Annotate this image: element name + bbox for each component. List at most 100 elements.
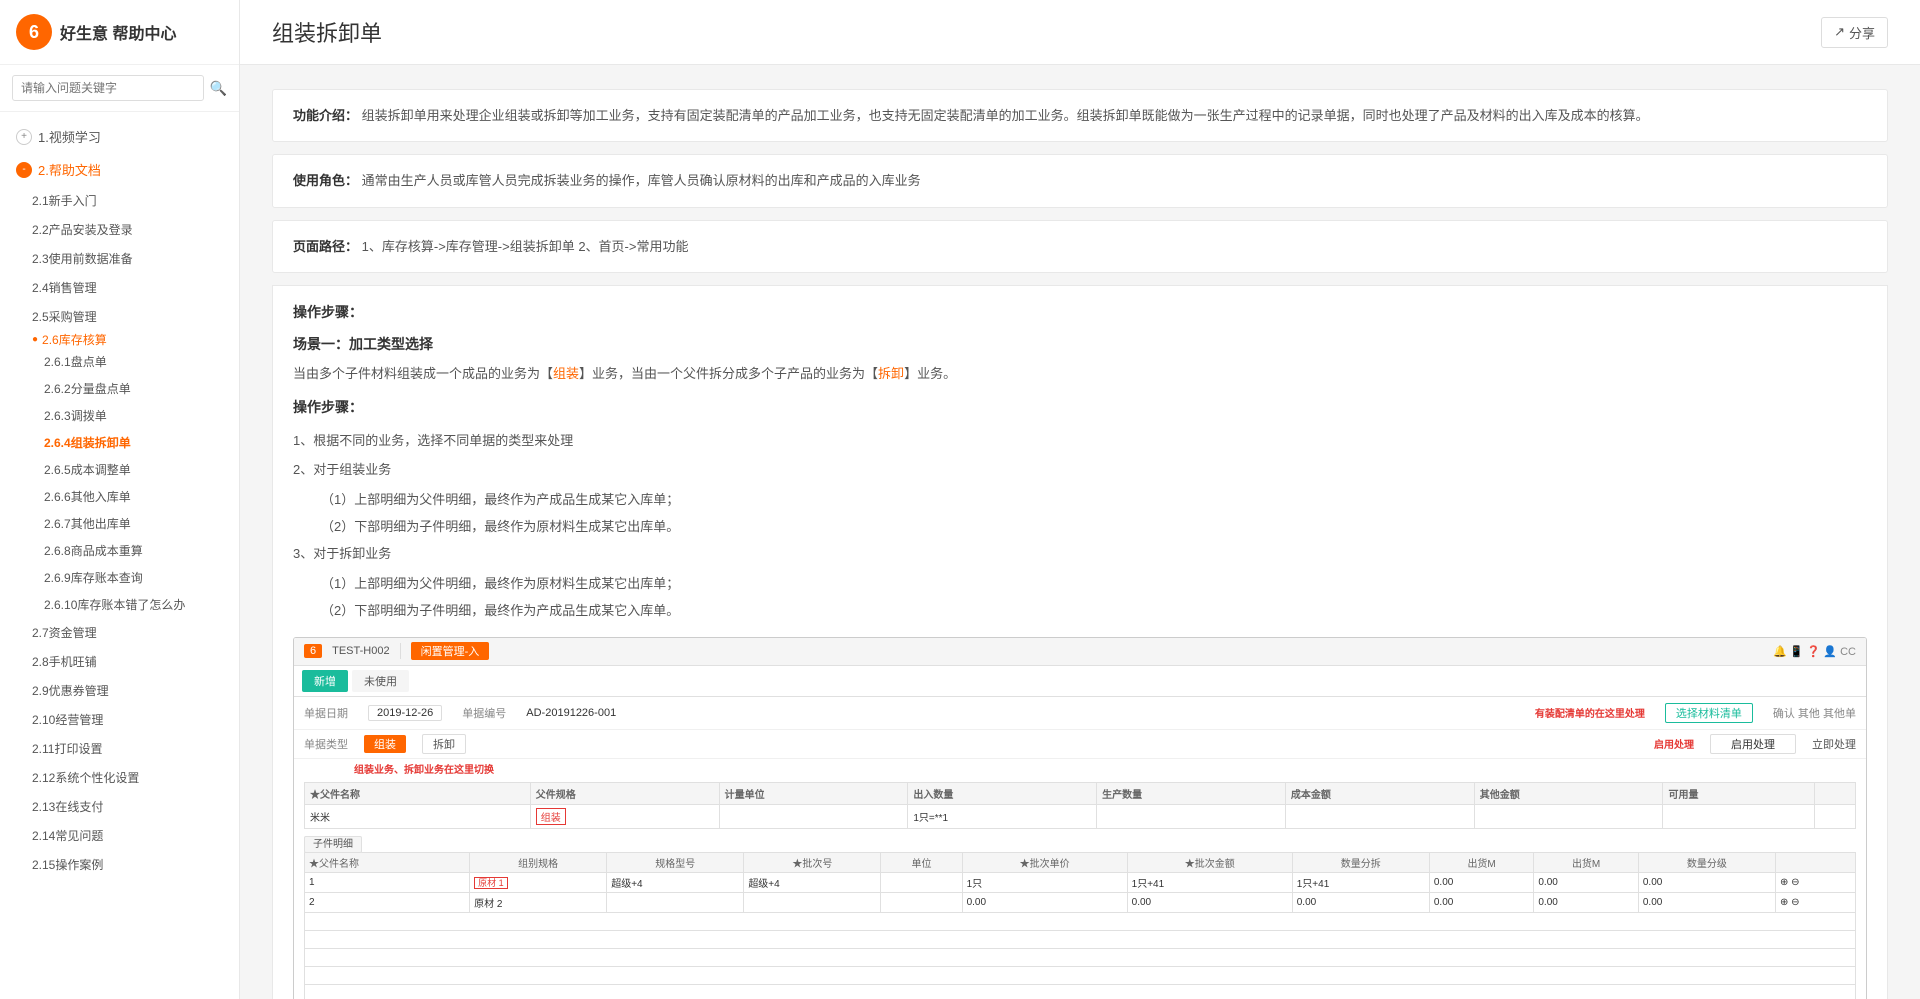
ltd-2-3 [607, 892, 744, 912]
sidebar-item-2-4[interactable]: 2.4销售管理 [32, 273, 239, 302]
td-row1-spec: 组装 [530, 804, 719, 828]
ltd-1-8: 1只+41 [1292, 872, 1429, 892]
sidebar-item-2-15[interactable]: 2.15操作案例 [32, 850, 239, 879]
expand-icon-1: + [16, 129, 32, 145]
assemble-badge: 组装 [536, 808, 566, 825]
date-label: 单据日期 [304, 705, 348, 721]
operate-label[interactable]: 启用处理 [1710, 734, 1796, 754]
sidebar-item-2-2[interactable]: 2.2产品安装及登录 [32, 215, 239, 244]
assemble-val: AD-20191226-001 [526, 707, 616, 719]
content-area: 功能介绍： 组装拆卸单用来处理企业组装或拆卸等加工业务，支持有固定装配清单的产品… [240, 65, 1920, 999]
app-lower-table: ★父件名称 组别规格 规格型号 ★批次号 单位 ★批次单价 ★批次金额 数量分拆… [304, 852, 1856, 999]
sidebar-item-1[interactable]: + 1.视频学习 [0, 120, 239, 153]
minus-icon-2-6: ● [32, 334, 38, 345]
lth-10: 出货M [1534, 852, 1639, 872]
app-form-row2: 单据类型 组装 拆卸 启用处理 启用处理 立即处理 [294, 730, 1866, 759]
th-qty-in-out: 出入数量 [908, 782, 1097, 804]
ltd-1-7: 1只+41 [1127, 872, 1292, 892]
lth-8: 数量分拆 [1292, 852, 1429, 872]
sidebar-item-2-6[interactable]: ● 2.6库存核算 [32, 331, 239, 348]
sidebar-item-2-6-5[interactable]: 2.6.5成本调整单 [44, 456, 239, 483]
th-unit: 计量单位 [719, 782, 908, 804]
sidebar-item-2-6-9[interactable]: 2.6.9库存账本查询 [44, 564, 239, 591]
ltd-1-3: 超级+4 [607, 872, 744, 892]
app-upper-table: ★父件名称 父件规格 计量单位 出入数量 生产数量 成本金额 其他金额 可用量 [304, 782, 1856, 829]
role-block: 使用角色： 通常由生产人员或库管人员完成拆装业务的操作，库管人员确认原材料的出库… [272, 154, 1888, 207]
assemble-tab[interactable]: 组装 [364, 735, 406, 753]
ltd-1-2: 原材 1 [470, 872, 607, 892]
path-text: 1、库存核算->库存管理->组装拆卸单 2、首页->常用功能 [362, 239, 689, 254]
app-topbar-btn[interactable]: 闲置管理-入 [411, 642, 490, 660]
sidebar-sub-sub-list-2-6: 2.6.1盘点单 2.6.2分量盘点单 2.6.3调拨单 2.6.4组装拆卸单 … [32, 348, 239, 618]
empty-row-5 [305, 948, 1856, 966]
role-text: 通常由生产人员或库管人员完成拆装业务的操作，库管人员确认原材料的出库和产成品的入… [362, 173, 921, 188]
sidebar-item-2-3[interactable]: 2.3使用前数据准备 [32, 244, 239, 273]
ltd-2-1: 2 [305, 892, 470, 912]
sidebar-item-2-11[interactable]: 2.11打印设置 [32, 734, 239, 763]
lth-11: 数量分级 [1638, 852, 1775, 872]
sidebar-label-2: 2.帮助文档 [38, 160, 101, 179]
sidebar-item-2-5[interactable]: 2.5采购管理 [32, 302, 239, 331]
share-label: 分享 [1849, 23, 1875, 42]
empty-row-3 [305, 912, 1856, 930]
search-area: 🔍 [0, 65, 239, 112]
topbar-extra: 确认 其他 其他单 [1773, 705, 1856, 721]
search-input[interactable] [12, 75, 204, 101]
sidebar-item-2-6-7[interactable]: 2.6.7其他出库单 [44, 510, 239, 537]
ltd-2-5 [881, 892, 962, 912]
ltd-1-11: 0.00 [1638, 872, 1775, 892]
sidebar-item-2-10[interactable]: 2.10经营管理 [32, 705, 239, 734]
confirm-btn[interactable]: 选择材料清单 [1665, 703, 1753, 723]
sidebar-item-2-6-4[interactable]: 2.6.4组装拆卸单 [44, 429, 239, 456]
app-navbar: 新增 未使用 [294, 666, 1866, 697]
nav-list: + 1.视频学习 - 2.帮助文档 2.1新手入门 2.2产品安装及登录 2.3… [0, 112, 239, 887]
share-icon: ↗ [1834, 24, 1845, 40]
sidebar-item-2-1[interactable]: 2.1新手入门 [32, 186, 239, 215]
share-button[interactable]: ↗ 分享 [1821, 17, 1888, 48]
app-window: 6 TEST-H002 闲置管理-入 🔔 📱 ❓ 👤 CC 新增 未使用 [294, 638, 1866, 999]
sidebar-item-2-8[interactable]: 2.8手机旺铺 [32, 647, 239, 676]
disassemble-tab[interactable]: 拆卸 [422, 734, 466, 754]
topbar-divider [400, 643, 401, 659]
lth-6: ★批次单价 [962, 852, 1127, 872]
sidebar-item-2-14[interactable]: 2.14常见问题 [32, 821, 239, 850]
sidebar-item-2-6-10[interactable]: 2.6.10库存账本错了怎么办 [44, 591, 239, 618]
sidebar-item-2-7[interactable]: 2.7资金管理 [32, 618, 239, 647]
nav-tab-new[interactable]: 新增 [302, 670, 348, 692]
sidebar-item-2-6-8[interactable]: 2.6.8商品成本重算 [44, 537, 239, 564]
step2-sub1: （1）上部明细为父件明细，最终作为产成品生成某它入库单； [321, 488, 1867, 511]
path-label: 页面路径： [293, 239, 358, 254]
sidebar-item-2-12[interactable]: 2.12系统个性化设置 [32, 763, 239, 792]
ltd-2-2: 原材 2 [470, 892, 607, 912]
sidebar-item-2[interactable]: - 2.帮助文档 [0, 153, 239, 186]
sidebar-item-2-6-1[interactable]: 2.6.1盘点单 [44, 348, 239, 375]
intro-text: 组装拆卸单用来处理企业组装或拆卸等加工业务，支持有固定装配清单的产品加工业务，也… [362, 108, 1649, 123]
role-label: 使用角色： [293, 173, 358, 188]
th-parent-spec: 父件规格 [530, 782, 719, 804]
sidebar: 6 好生意 帮助中心 🔍 + 1.视频学习 - 2.帮助文档 2.1新手入门 2… [0, 0, 240, 999]
ltd-1-4: 超级+4 [744, 872, 881, 892]
operations-section: 操作步骤： 场景一：加工类型选择 当由多个子件材料组装成一个成品的业务为【组装】… [272, 285, 1888, 999]
empty-row-6 [305, 966, 1856, 984]
td-row1-pqty [1097, 804, 1286, 828]
page-title: 组装拆卸单 [272, 16, 382, 48]
step2-sub2: （2）下部明细为子件明细，最终作为原材料生成某它出库单。 [321, 515, 1867, 538]
td-row1-action [1815, 804, 1856, 828]
expand-icon-2: - [16, 162, 32, 178]
operate-btn[interactable]: 立即处理 [1812, 736, 1856, 752]
logo-text: 好生意 帮助中心 [60, 20, 176, 44]
sidebar-item-2-6-2[interactable]: 2.6.2分量盘点单 [44, 375, 239, 402]
sidebar-item-2-6-3[interactable]: 2.6.3调拨单 [44, 402, 239, 429]
search-icon[interactable]: 🔍 [210, 80, 227, 97]
sidebar-item-2-13[interactable]: 2.13在线支付 [32, 792, 239, 821]
sidebar-item-2-6-6[interactable]: 2.6.6其他入库单 [44, 483, 239, 510]
scenario1-desc: 当由多个子件材料组装成一个成品的业务为【组装】业务，当由一个父件拆分成多个子产品… [293, 362, 1867, 387]
nav-tab-unused[interactable]: 未使用 [352, 670, 409, 692]
annotation-3-label: 启用处理 [1654, 736, 1694, 751]
lth-4: ★批次号 [744, 852, 881, 872]
lth-1: ★父件名称 [305, 852, 470, 872]
disassemble-highlight: 拆卸 [878, 366, 904, 381]
lth-2: 组别规格 [470, 852, 607, 872]
th-cost-amt: 成本金额 [1285, 782, 1474, 804]
sidebar-item-2-9[interactable]: 2.9优惠券管理 [32, 676, 239, 705]
